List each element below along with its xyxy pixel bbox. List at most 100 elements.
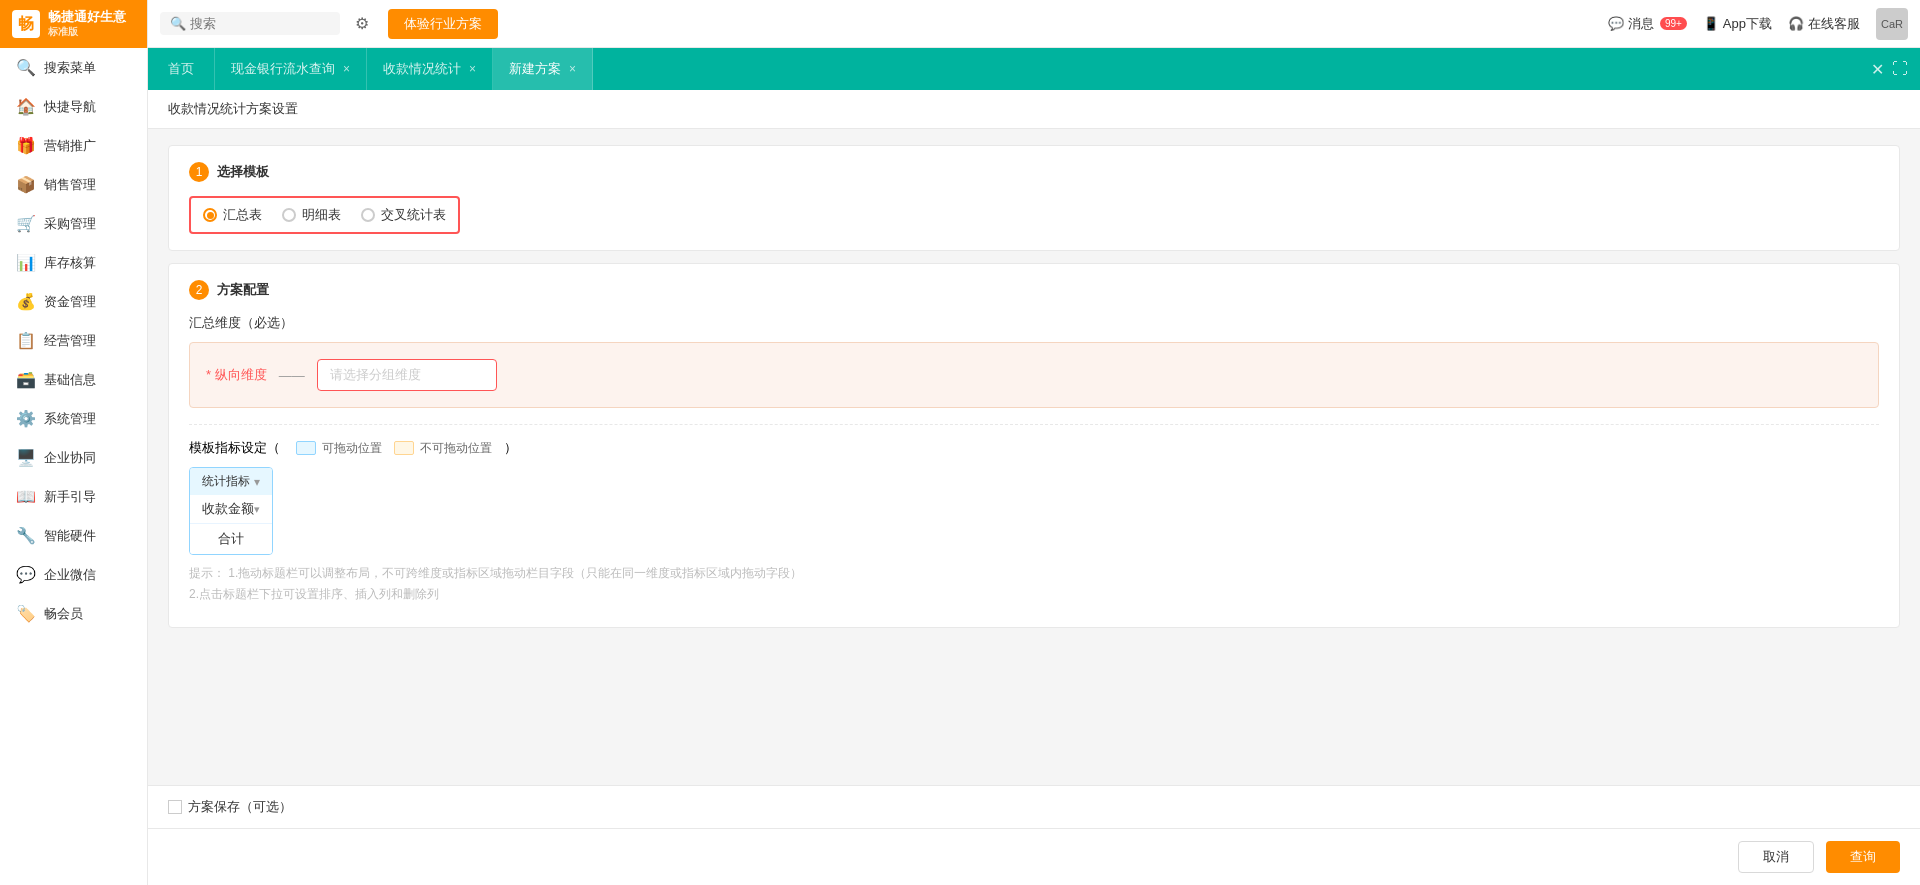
section1-num: 1 — [189, 162, 209, 182]
corp-wechat-icon: 💬 — [16, 565, 36, 584]
sidebar-logo: 畅 畅捷通好生意 标准版 — [0, 0, 147, 48]
indicator-title-text: 模板指标设定（ — [189, 439, 280, 457]
indicator-group-header: 统计指标 ▾ — [190, 468, 272, 495]
indicator-item-total[interactable]: 合计 — [190, 524, 272, 554]
sales-icon: 📦 — [16, 175, 36, 194]
sidebar-item-marketing[interactable]: 🎁 营销推广 — [0, 126, 147, 165]
indicator-item-amount[interactable]: 收款金额 ▾ — [190, 495, 272, 524]
marketing-icon: 🎁 — [16, 136, 36, 155]
sidebar-item-corp-collab[interactable]: 🖥️ 企业协同 — [0, 438, 147, 477]
form-area: 1 选择模板 汇总表 明细表 交叉统计表 — [148, 129, 1920, 785]
summary-dim-title: 汇总维度（必选） — [189, 314, 1879, 332]
indicator-legend: 可拖动位置 不可拖动位置 ） — [296, 439, 517, 457]
indicator-header: 模板指标设定（ 可拖动位置 不可拖动位置 ） — [189, 439, 1879, 457]
sidebar-item-inventory[interactable]: 📊 库存核算 — [0, 243, 147, 282]
template-section-title: 1 选择模板 — [189, 162, 1879, 182]
radio-summary[interactable]: 汇总表 — [203, 206, 262, 224]
message-icon: 💬 — [1608, 16, 1624, 31]
message-button[interactable]: 💬 消息 99+ — [1608, 15, 1687, 33]
save-checkbox[interactable] — [168, 800, 182, 814]
tab-new-plan-close[interactable]: × — [569, 62, 576, 76]
tab-home[interactable]: 首页 — [148, 48, 215, 90]
sidebar-item-label: 基础信息 — [44, 371, 96, 389]
purchase-icon: 🛒 — [16, 214, 36, 233]
maximize-icon[interactable]: ⛶ — [1892, 60, 1908, 78]
sidebar-item-base-info[interactable]: 🗃️ 基础信息 — [0, 360, 147, 399]
legend-fixed: 不可拖动位置 — [394, 440, 492, 457]
search-menu-icon: 🔍 — [16, 58, 36, 77]
download-icon: 📱 — [1703, 16, 1719, 31]
tip-1: 提示： 1.拖动标题栏可以调整布局，不可跨维度或指标区域拖动栏目字段（只能在同一… — [189, 565, 1879, 582]
sidebar-item-operation[interactable]: 📋 经营管理 — [0, 321, 147, 360]
sidebar-item-label: 新手引导 — [44, 488, 96, 506]
sidebar-item-corp-wechat[interactable]: 💬 企业微信 — [0, 555, 147, 594]
sidebar-item-member[interactable]: 🏷️ 畅会员 — [0, 594, 147, 633]
sidebar-item-sys-mgmt[interactable]: ⚙️ 系统管理 — [0, 399, 147, 438]
indicator-title-close: ） — [504, 439, 517, 457]
sidebar-item-label: 智能硬件 — [44, 527, 96, 545]
dimension-area: * 纵向维度 —— 请选择分组维度 — [189, 342, 1879, 408]
tip-2: 2.点击标题栏下拉可设置排序、插入列和删除列 — [189, 586, 1879, 603]
tab-bank-flow-close[interactable]: × — [343, 62, 350, 76]
sidebar-item-label: 系统管理 — [44, 410, 96, 428]
quick-nav-icon: 🏠 — [16, 97, 36, 116]
smart-hw-icon: 🔧 — [16, 526, 36, 545]
operation-icon: 📋 — [16, 331, 36, 350]
tabbar-actions: ✕ ⛶ — [1871, 60, 1920, 79]
service-icon: 🎧 — [1788, 16, 1804, 31]
section2-num: 2 — [189, 280, 209, 300]
gear-icon[interactable]: ⚙ — [348, 10, 376, 38]
online-service-button[interactable]: 🎧 在线客服 — [1788, 15, 1860, 33]
query-button[interactable]: 查询 — [1826, 841, 1900, 873]
config-section-title: 2 方案配置 — [189, 280, 1879, 300]
dimension-row: * 纵向维度 —— 请选择分组维度 — [206, 359, 1862, 391]
cancel-button[interactable]: 取消 — [1738, 841, 1814, 873]
main-area: 🔍 ⚙ 体验行业方案 💬 消息 99+ 📱 App下载 🎧 在线客服 CaR — [148, 0, 1920, 885]
logo-icon: 畅 — [12, 10, 40, 38]
tab-home-label: 首页 — [168, 60, 194, 78]
sidebar-item-label: 畅会员 — [44, 605, 83, 623]
trial-button[interactable]: 体验行业方案 — [388, 9, 498, 39]
vertical-dim-placeholder: 请选择分组维度 — [330, 366, 421, 384]
close-all-icon[interactable]: ✕ — [1871, 60, 1884, 79]
tab-bank-flow-label: 现金银行流水查询 — [231, 60, 335, 78]
radio-cross[interactable]: 交叉统计表 — [361, 206, 446, 224]
search-input[interactable] — [190, 16, 310, 31]
search-icon: 🔍 — [170, 16, 186, 31]
sidebar-item-finance[interactable]: 💰 资金管理 — [0, 282, 147, 321]
legend-movable: 可拖动位置 — [296, 440, 382, 457]
tab-receipt-stat-label: 收款情况统计 — [383, 60, 461, 78]
tab-new-plan-label: 新建方案 — [509, 60, 561, 78]
sidebar-item-label: 快捷导航 — [44, 98, 96, 116]
save-label: 方案保存（可选） — [188, 798, 292, 816]
radio-detail[interactable]: 明细表 — [282, 206, 341, 224]
tab-bank-flow[interactable]: 现金银行流水查询 × — [215, 48, 367, 90]
sidebar-item-label: 销售管理 — [44, 176, 96, 194]
indicator-group-label: 统计指标 — [202, 473, 250, 490]
sidebar-item-newbie[interactable]: 📖 新手引导 — [0, 477, 147, 516]
tab-receipt-stat[interactable]: 收款情况统计 × — [367, 48, 493, 90]
sidebar-item-label: 采购管理 — [44, 215, 96, 233]
chevron-down-icon[interactable]: ▾ — [254, 475, 260, 489]
fixed-label: 不可拖动位置 — [420, 440, 492, 457]
sidebar-item-quick-nav[interactable]: 🏠 快捷导航 — [0, 87, 147, 126]
tabbar: 首页 现金银行流水查询 × 收款情况统计 × 新建方案 × ✕ ⛶ — [148, 48, 1920, 90]
tab-new-plan[interactable]: 新建方案 × — [493, 48, 593, 90]
sys-mgmt-icon: ⚙️ — [16, 409, 36, 428]
newbie-icon: 📖 — [16, 487, 36, 506]
sidebar-item-smart-hw[interactable]: 🔧 智能硬件 — [0, 516, 147, 555]
tab-receipt-stat-close[interactable]: × — [469, 62, 476, 76]
user-avatar[interactable]: CaR — [1876, 8, 1908, 40]
sidebar-item-search-menu[interactable]: 🔍 搜索菜单 — [0, 48, 147, 87]
sidebar-item-label: 营销推广 — [44, 137, 96, 155]
sidebar-item-sales[interactable]: 📦 销售管理 — [0, 165, 147, 204]
sidebar-item-label: 企业协同 — [44, 449, 96, 467]
app-download-button[interactable]: 📱 App下载 — [1703, 15, 1772, 33]
vertical-dim-select[interactable]: 请选择分组维度 — [317, 359, 497, 391]
topbar-search-box[interactable]: 🔍 — [160, 12, 340, 35]
message-badge: 99+ — [1660, 17, 1687, 30]
sidebar-item-label: 经营管理 — [44, 332, 96, 350]
tips-area: 提示： 1.拖动标题栏可以调整布局，不可跨维度或指标区域拖动栏目字段（只能在同一… — [189, 555, 1879, 611]
sidebar-item-purchase[interactable]: 🛒 采购管理 — [0, 204, 147, 243]
vertical-dim-label: * 纵向维度 — [206, 366, 267, 384]
